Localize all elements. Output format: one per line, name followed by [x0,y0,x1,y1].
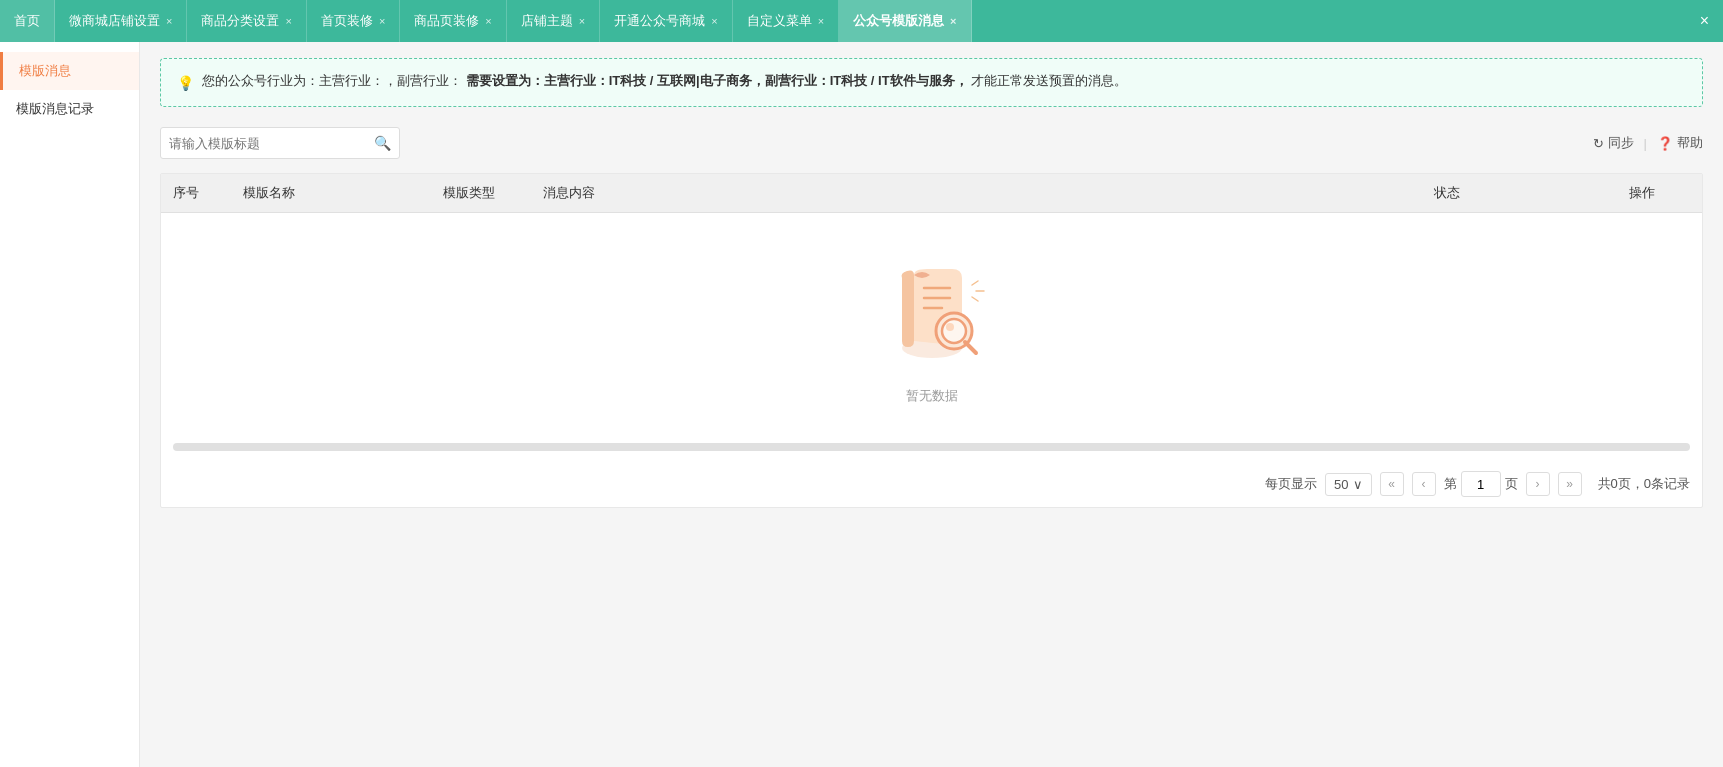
th-status: 状态 [1422,174,1582,212]
svg-line-11 [972,297,978,301]
search-input[interactable] [169,136,374,151]
chevron-down-icon: ∨ [1353,477,1363,492]
next-page-button[interactable]: › [1526,472,1550,496]
nav-tab-home-decoration[interactable]: 首页装修 × [307,0,400,42]
main-content: 💡 您的公众号行业为：主营行业：，副营行业： 需要设置为：主营行业：IT科技 /… [140,42,1723,767]
empty-text: 暂无数据 [906,387,958,405]
sync-icon: ↻ [1593,136,1604,151]
horizontal-scrollbar[interactable] [173,443,1690,451]
search-bar: 🔍 ↻ 同步 | ❓ 帮助 [160,127,1703,159]
svg-point-8 [946,323,954,331]
empty-state: 暂无数据 [161,213,1702,435]
nav-tab-store-settings[interactable]: 微商城店铺设置 × [55,0,187,42]
th-name: 模版名称 [231,174,431,212]
data-table: 序号 模版名称 模版类型 消息内容 状态 操作 [160,173,1703,508]
th-type: 模版类型 [431,174,531,212]
bulb-icon: 💡 [177,72,194,94]
close-icon[interactable]: × [818,15,824,27]
table-header: 序号 模版名称 模版类型 消息内容 状态 操作 [161,174,1702,213]
top-nav: 首页 微商城店铺设置 × 商品分类设置 × 首页装修 × 商品页装修 × 店铺主… [0,0,1723,42]
page-input-wrapper: 第 页 [1444,471,1518,497]
sync-button[interactable]: ↻ 同步 [1593,134,1634,152]
search-actions: ↻ 同步 | ❓ 帮助 [1593,134,1703,152]
help-icon: ❓ [1657,136,1673,151]
scrollbar-area[interactable] [161,435,1702,459]
help-button[interactable]: ❓ 帮助 [1657,134,1703,152]
notice-text: 您的公众号行业为：主营行业：，副营行业： 需要设置为：主营行业：IT科技 / 互… [202,71,1127,92]
page-size-label: 每页显示 [1265,475,1317,493]
close-icon[interactable]: × [950,15,956,27]
page-size-select[interactable]: 50 ∨ [1325,473,1371,496]
nav-tab-open-store[interactable]: 开通公众号商城 × [600,0,732,42]
first-page-button[interactable]: « [1380,472,1404,496]
nav-tab-product-category[interactable]: 商品分类设置 × [187,0,306,42]
nav-tab-store-theme[interactable]: 店铺主题 × [507,0,600,42]
empty-icon [872,253,992,373]
close-icon[interactable]: × [285,15,291,27]
th-action: 操作 [1582,174,1702,212]
close-all-button[interactable]: × [1686,12,1723,30]
notice-box: 💡 您的公众号行业为：主营行业：，副营行业： 需要设置为：主营行业：IT科技 /… [160,58,1703,107]
close-icon[interactable]: × [379,15,385,27]
search-icon[interactable]: 🔍 [374,135,391,151]
close-icon[interactable]: × [579,15,585,27]
svg-line-7 [965,342,976,353]
sidebar-item-template-record[interactable]: 模版消息记录 [0,90,139,128]
sidebar-item-template-message[interactable]: 模版消息 [0,52,139,90]
close-icon[interactable]: × [711,15,717,27]
sidebar: 模版消息 模版消息记录 [0,42,140,767]
search-input-wrapper: 🔍 [160,127,400,159]
prev-page-button[interactable]: ‹ [1412,472,1436,496]
svg-line-9 [972,281,978,285]
page-total: 共0页，0条记录 [1598,475,1690,493]
last-page-button[interactable]: » [1558,472,1582,496]
nav-tab-template-msg[interactable]: 公众号模版消息 × [839,0,971,42]
pagination: 每页显示 50 ∨ « ‹ 第 页 › » 共0页，0条记录 [161,459,1702,507]
nav-tab-product-decoration[interactable]: 商品页装修 × [400,0,506,42]
th-content: 消息内容 [531,174,1422,212]
main-layout: 模版消息 模版消息记录 💡 您的公众号行业为：主营行业：，副营行业： 需要设置为… [0,42,1723,767]
th-seq: 序号 [161,174,231,212]
nav-tab-custom-menu[interactable]: 自定义菜单 × [733,0,839,42]
close-icon[interactable]: × [485,15,491,27]
nav-tab-home[interactable]: 首页 [0,0,55,42]
page-number-input[interactable] [1461,471,1501,497]
close-icon[interactable]: × [166,15,172,27]
